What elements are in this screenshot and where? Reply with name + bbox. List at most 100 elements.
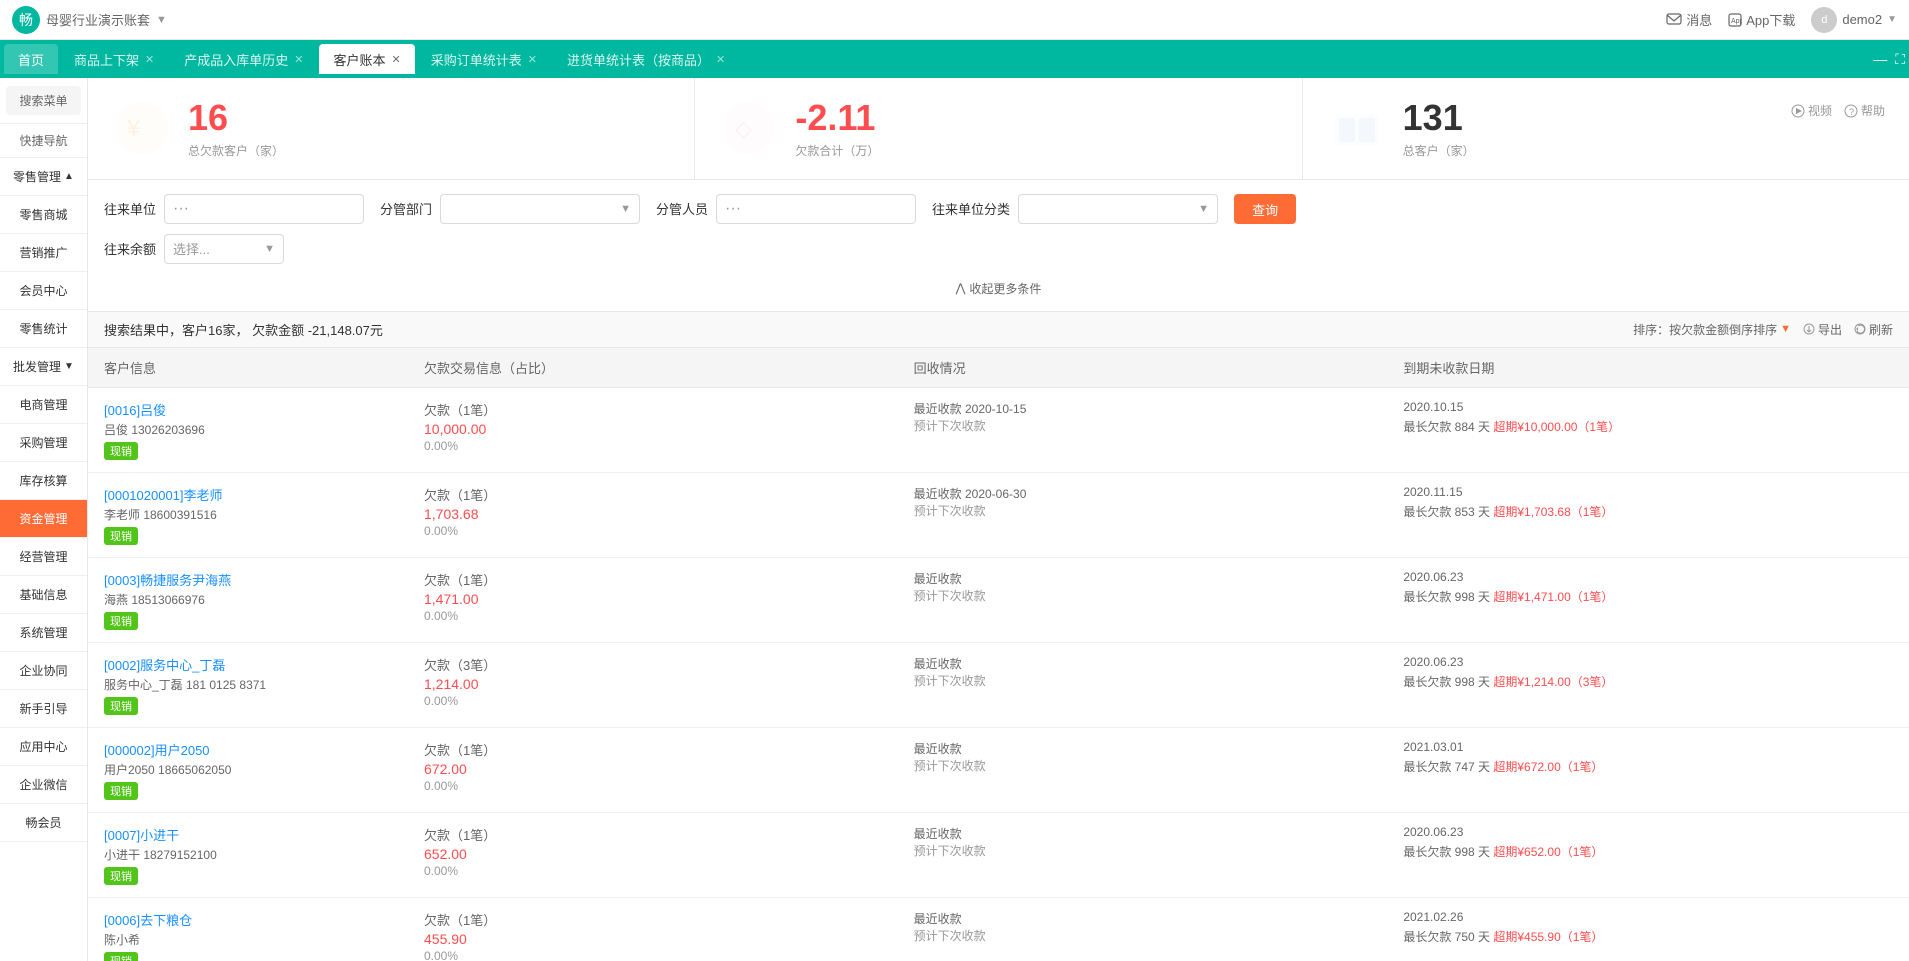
tab-purchase-stats-label: 进货单统计表（按商品） <box>567 50 710 69</box>
customer-name-0[interactable]: [0016]吕俊 <box>104 400 424 419</box>
tab-customer-account-close[interactable]: ✕ <box>392 53 401 66</box>
video-icon <box>1791 104 1805 118</box>
customer-name-1[interactable]: [0001020001]李老师 <box>104 485 424 504</box>
cell-due-6: 2021.02.26 最长欠款 750 天 超期¥455.90（1笔） <box>1403 910 1893 945</box>
tab-product-toggle[interactable]: 商品上下架 ✕ <box>60 44 168 74</box>
search-menu-btn[interactable]: 搜索菜单 <box>6 86 81 115</box>
sort-label[interactable]: 排序：按欠款金额倒序排序 ▼ <box>1633 321 1791 338</box>
help-btn[interactable]: ? 帮助 <box>1844 102 1885 119</box>
customer-name-4[interactable]: [000002]用户2050 <box>104 740 424 759</box>
customer-phone-2: 海燕 18513066976 <box>104 591 424 608</box>
customer-badge-1: 现销 <box>104 527 138 545</box>
customer-phone-1: 李老师 18600391516 <box>104 506 424 523</box>
sidebar-item-enterprise-collab[interactable]: 企业协同 <box>0 652 87 690</box>
filter-row-1: 往来单位 ··· 分管部门 ▼ 分管人员 ··· <box>104 194 1893 224</box>
sidebar-item-member-center[interactable]: 会员中心 <box>0 272 87 310</box>
tab-customer-account[interactable]: 客户账本 ✕ <box>319 44 414 74</box>
overdue-amount-6[interactable]: 超期¥455.90（1笔） <box>1493 930 1603 944</box>
sidebar-item-app-center[interactable]: 应用中心 <box>0 728 87 766</box>
category-input[interactable]: ▼ <box>1018 194 1218 224</box>
sidebar-item-retail-stats[interactable]: 零售统计 <box>0 310 87 348</box>
refresh-btn[interactable]: 刷新 <box>1854 321 1893 338</box>
tab-home-label: 首页 <box>18 50 44 69</box>
tab-maximize-icon[interactable]: ⛶ <box>1895 51 1905 68</box>
cell-due-2: 2020.06.23 最长欠款 998 天 超期¥1,471.00（1笔） <box>1403 570 1893 605</box>
sidebar-item-finance[interactable]: 资金管理 <box>0 500 87 538</box>
customer-phone-5: 小进干 18279152100 <box>104 846 424 863</box>
tab-purchase-order[interactable]: 采购订单统计表 ✕ <box>417 44 551 74</box>
sidebar-quick-nav[interactable]: 快捷导航 <box>0 124 87 158</box>
sidebar-item-enterprise-wechat[interactable]: 企业微信 <box>0 766 87 804</box>
sidebar-item-retail-mall[interactable]: 零售商城 <box>0 196 87 234</box>
tab-bar: 首页 商品上下架 ✕ 产成品入库单历史 ✕ 客户账本 ✕ 采购订单统计表 ✕ 进… <box>0 40 1909 78</box>
summary-card-total-customers: 131 总客户（家） 视频 ? <box>1303 78 1909 179</box>
overdue-amount-5[interactable]: 超期¥652.00（1笔） <box>1493 845 1603 859</box>
sidebar-item-operations[interactable]: 经营管理 <box>0 538 87 576</box>
tab-product-toggle-close[interactable]: ✕ <box>145 53 154 66</box>
overdue-amount-1[interactable]: 超期¥1,703.68（1笔） <box>1493 505 1613 519</box>
sidebar-item-purchase[interactable]: 采购管理 <box>0 424 87 462</box>
due-date-6: 2021.02.26 <box>1403 910 1893 924</box>
overdue-amount-2[interactable]: 超期¥1,471.00（1笔） <box>1493 590 1613 604</box>
sidebar-item-inventory[interactable]: 库存核算 <box>0 462 87 500</box>
tab-collapse-icon[interactable]: — <box>1873 51 1887 67</box>
sidebar-item-wholesale-mgmt[interactable]: 批发管理 ▼ <box>0 348 87 386</box>
overdue-days-6: 最长欠款 750 天 超期¥455.90（1笔） <box>1403 928 1893 945</box>
sidebar-item-ecommerce[interactable]: 电商管理 <box>0 386 87 424</box>
due-date-1: 2020.11.15 <box>1403 485 1893 499</box>
app-download-btn[interactable]: App App下载 <box>1728 10 1795 29</box>
next-collection-3: 预计下次收款 <box>914 672 1404 689</box>
tab-purchase-stats-close[interactable]: ✕ <box>716 53 725 66</box>
table-row: [0001020001]李老师 李老师 18600391516 现销 欠款（1笔… <box>88 473 1909 558</box>
supplier-input[interactable]: ··· <box>164 194 364 224</box>
video-btn[interactable]: 视频 <box>1791 102 1832 119</box>
collapse-up-icon: ⋀ <box>956 281 966 295</box>
sidebar-item-retail-mgmt[interactable]: 零售管理 ▲ <box>0 158 87 196</box>
table-header: 客户信息 欠款交易信息（占比） 回收情况 到期未收款日期 <box>88 348 1909 388</box>
overdue-amount-0[interactable]: 超期¥10,000.00（1笔） <box>1493 420 1620 434</box>
message-btn[interactable]: 消息 <box>1666 10 1712 29</box>
overdue-days-4: 最长欠款 747 天 超期¥672.00（1笔） <box>1403 758 1893 775</box>
customer-name-2[interactable]: [0003]畅捷服务尹海燕 <box>104 570 424 589</box>
tab-purchase-order-close[interactable]: ✕ <box>528 53 537 66</box>
cell-debt-1: 欠款（1笔） 1,703.68 0.00% <box>424 485 914 538</box>
tab-purchase-stats[interactable]: 进货单统计表（按商品） ✕ <box>553 44 739 74</box>
sidebar-item-marketing[interactable]: 营销推广 <box>0 234 87 272</box>
customer-badge-5: 现销 <box>104 867 138 885</box>
tab-purchase-order-label: 采购订单统计表 <box>431 50 522 69</box>
debt-amount-1: 1,703.68 <box>424 506 914 522</box>
sidebar-item-retail-mgmt-label: 零售管理 <box>13 168 61 185</box>
results-actions: 排序：按欠款金额倒序排序 ▼ 导出 <box>1633 321 1893 338</box>
debt-ratio-3: 0.00% <box>424 694 914 708</box>
sidebar-item-finance-label: 资金管理 <box>19 510 67 527</box>
search-btn[interactable]: 查询 <box>1234 194 1296 224</box>
collapse-btn[interactable]: ⋀ 收起更多条件 <box>950 274 1048 303</box>
export-btn[interactable]: 导出 <box>1803 321 1842 338</box>
customer-name-5[interactable]: [0007]小进干 <box>104 825 424 844</box>
cell-collection-4: 最近收款 预计下次收款 <box>914 740 1404 774</box>
sidebar-item-basic-info[interactable]: 基础信息 <box>0 576 87 614</box>
sidebar-item-operations-label: 经营管理 <box>19 548 67 565</box>
customer-name-6[interactable]: [0006]去下粮仓 <box>104 910 424 929</box>
sidebar-item-new-guide[interactable]: 新手引导 <box>0 690 87 728</box>
sidebar-item-vip-member[interactable]: 畅会员 <box>0 804 87 842</box>
tab-production-history[interactable]: 产成品入库单历史 ✕ <box>170 44 317 74</box>
person-input[interactable]: ··· <box>716 194 916 224</box>
customer-name-3[interactable]: [0002]服务中心_丁磊 <box>104 655 424 674</box>
user-avatar[interactable]: d demo2 ▼ <box>1811 7 1897 33</box>
sidebar-item-member-center-label: 会员中心 <box>19 282 67 299</box>
summary-cards: ¥ 16 总欠款客户（家） ◇ -2.11 欠款合计（万） <box>88 78 1909 180</box>
tab-home[interactable]: 首页 <box>4 44 58 74</box>
sidebar-item-system[interactable]: 系统管理 <box>0 614 87 652</box>
cell-due-3: 2020.06.23 最长欠款 998 天 超期¥1,214.00（3笔） <box>1403 655 1893 690</box>
wholesale-mgmt-arrow-icon: ▼ <box>64 361 74 372</box>
overdue-amount-3[interactable]: 超期¥1,214.00（3笔） <box>1493 675 1613 689</box>
customer-phone-4: 用户2050 18665062050 <box>104 761 424 778</box>
next-collection-4: 预计下次收款 <box>914 757 1404 774</box>
customer-phone-0: 吕俊 13026203696 <box>104 421 424 438</box>
tab-production-history-close[interactable]: ✕ <box>294 53 303 66</box>
dept-input[interactable]: ▼ <box>440 194 640 224</box>
balance-select[interactable]: 选择... ▼ <box>164 234 284 264</box>
overdue-amount-4[interactable]: 超期¥672.00（1笔） <box>1493 760 1603 774</box>
company-dropdown-icon[interactable]: ▼ <box>156 14 167 26</box>
